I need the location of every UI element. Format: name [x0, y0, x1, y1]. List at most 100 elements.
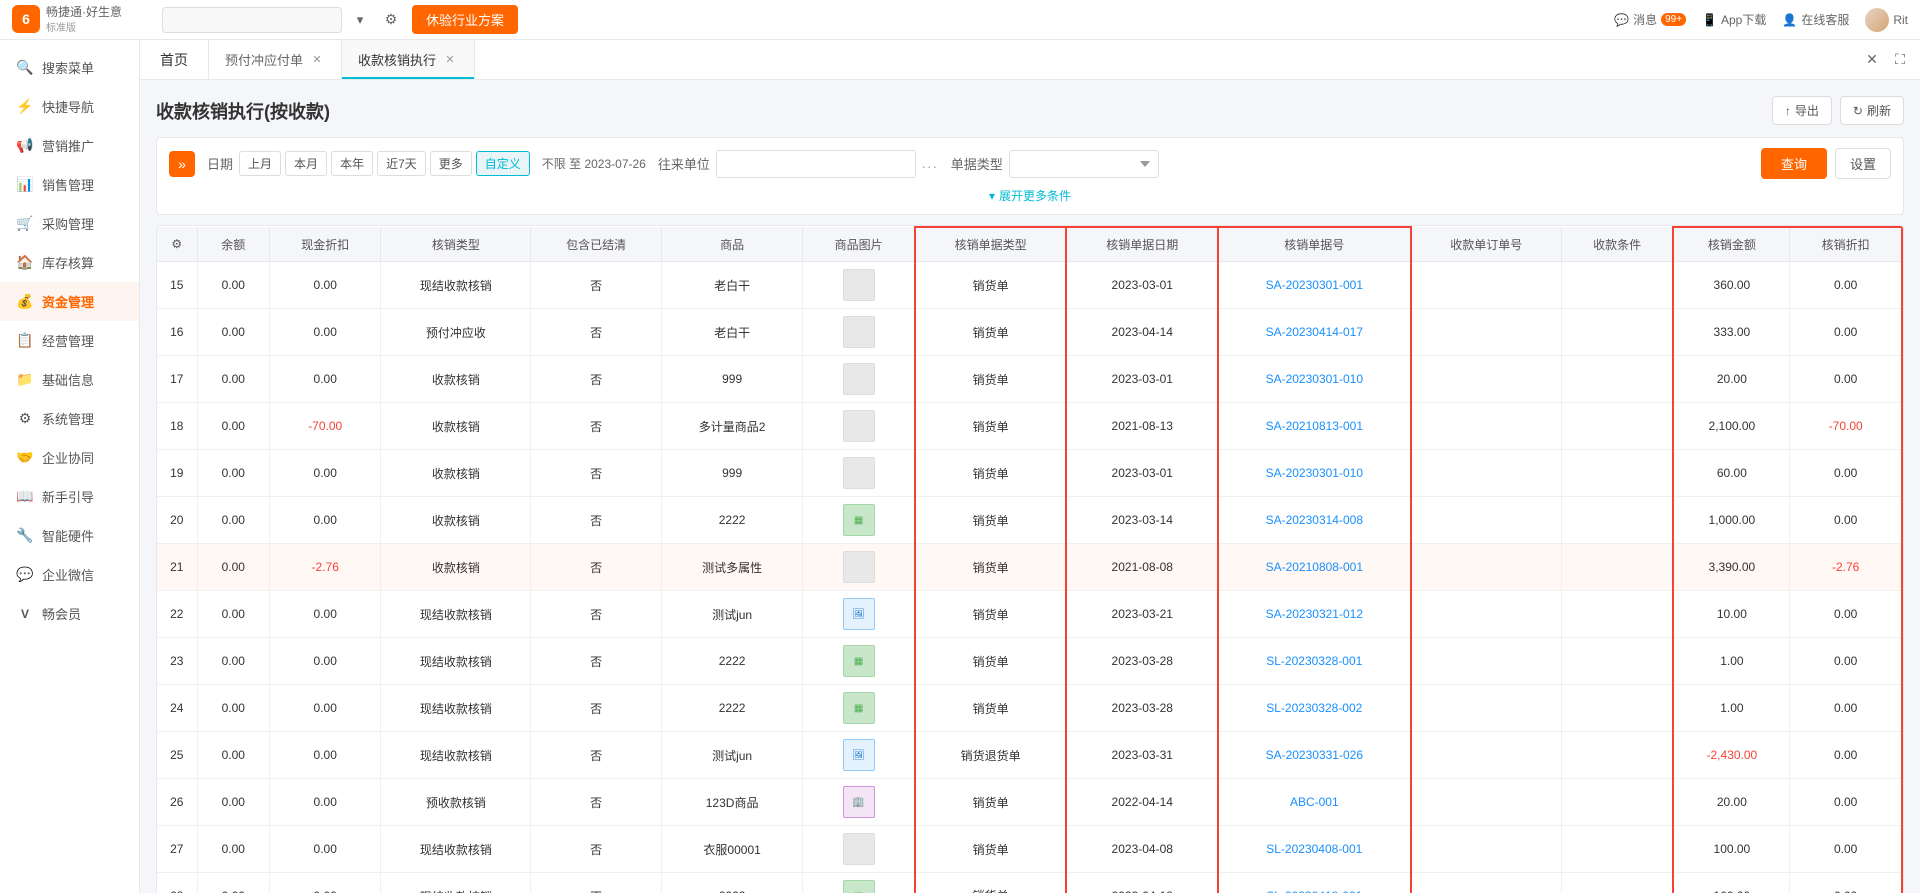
cell-order-no	[1411, 826, 1562, 873]
sidebar: 🔍 搜索菜单 ⚡ 快捷导航 📢 营销推广 📊 销售管理 🛒 采购管理 🏠 库存核…	[0, 40, 140, 893]
search-chevron-icon[interactable]: ▾	[350, 10, 370, 30]
cell-balance: 0.00	[197, 309, 270, 356]
doc-no-link[interactable]: SA-20210813-001	[1266, 419, 1363, 433]
doc-no-link[interactable]: SL-20230328-001	[1266, 654, 1362, 668]
sidebar-item-finance[interactable]: 💰 资金管理	[0, 282, 139, 321]
sidebar-item-member[interactable]: V 畅会员	[0, 594, 139, 633]
settings-icon[interactable]: ⚙	[378, 7, 404, 33]
logo-area: 6 畅捷通·好生意 标准版	[12, 5, 152, 34]
user-area[interactable]: Rit	[1865, 8, 1908, 32]
sidebar-item-inventory[interactable]: 🏠 库存核算	[0, 243, 139, 282]
sidebar-item-quicknav[interactable]: ⚡ 快捷导航	[0, 87, 139, 126]
table-scroll[interactable]: ⚙ 余额 现金折扣 核销类型 包含已结清 商品 商品图片 核销单据类型 核销单据…	[157, 226, 1903, 893]
cell-balance: 0.00	[197, 403, 270, 450]
top-search-input[interactable]	[162, 7, 342, 33]
custom-date-btn[interactable]: 自定义	[476, 151, 530, 176]
doc-no-link[interactable]: SL-20230328-002	[1266, 701, 1362, 715]
sidebar-item-system[interactable]: ⚙ 系统管理	[0, 399, 139, 438]
doc-no-link[interactable]: SA-20230301-001	[1266, 278, 1363, 292]
cell-id: 15	[157, 262, 197, 309]
message-btn[interactable]: 💬 消息 99+	[1614, 11, 1686, 28]
hardware-icon: 🔧	[16, 527, 34, 545]
expand-more-label: 展开更多条件	[999, 187, 1071, 204]
finance-icon: 💰	[16, 293, 34, 311]
sidebar-item-wechat[interactable]: 💬 企业微信	[0, 555, 139, 594]
doc-type-select[interactable]	[1009, 150, 1159, 178]
online-service-label: 在线客服	[1801, 11, 1849, 28]
doc-no-link[interactable]: SA-20230314-008	[1266, 513, 1363, 527]
cell-goods: 123D商品	[661, 779, 802, 826]
export-icon: ↑	[1785, 104, 1791, 118]
online-service-btn[interactable]: 👤 在线客服	[1782, 11, 1849, 28]
cell-discount: 0.00	[1790, 826, 1902, 873]
cell-doc-type: 销货单	[915, 873, 1067, 893]
sidebar-item-collab[interactable]: 🤝 企业协同	[0, 438, 139, 477]
this-month-btn[interactable]: 本月	[285, 151, 327, 176]
sales-icon: 📊	[16, 176, 34, 194]
industry-button[interactable]: 休验行业方案	[412, 5, 518, 34]
doc-no-link[interactable]: SA-20230301-010	[1266, 466, 1363, 480]
date-label: 日期	[207, 154, 233, 173]
sidebar-item-marketing[interactable]: 📢 营销推广	[0, 126, 139, 165]
settings-button[interactable]: 设置	[1835, 148, 1891, 179]
tab-prepay-close[interactable]: ✕	[309, 52, 325, 68]
sidebar-item-sales[interactable]: 📊 销售管理	[0, 165, 139, 204]
system-icon: ⚙	[16, 410, 34, 428]
table-row: 18 0.00 -70.00 收款核销 否 多计量商品2 销货单 2021-08…	[157, 403, 1902, 450]
col-doc-date: 核销单据日期	[1066, 227, 1218, 262]
last-month-btn[interactable]: 上月	[239, 151, 281, 176]
sidebar-item-purchase[interactable]: 🛒 采购管理	[0, 204, 139, 243]
cell-id: 27	[157, 826, 197, 873]
query-button[interactable]: 查询	[1761, 148, 1827, 179]
doc-no-link[interactable]: SL-20230418-001	[1266, 889, 1362, 893]
date-range-text: 不限 至 2023-07-26	[542, 155, 646, 172]
tab-verify[interactable]: 收款核销执行 ✕	[342, 40, 475, 79]
sidebar-label-inventory: 库存核算	[42, 253, 94, 272]
doc-no-link[interactable]: SA-20230414-017	[1266, 325, 1363, 339]
sidebar-item-hardware[interactable]: 🔧 智能硬件	[0, 516, 139, 555]
cell-order-no	[1411, 685, 1562, 732]
expand-more-button[interactable]: ▾ 展开更多条件	[989, 187, 1071, 204]
doc-no-link[interactable]: SL-20230408-001	[1266, 842, 1362, 856]
sidebar-item-basic[interactable]: 📁 基础信息	[0, 360, 139, 399]
sidebar-label-purchase: 采购管理	[42, 214, 94, 233]
more-date-btn[interactable]: 更多	[430, 151, 472, 176]
export-button[interactable]: ↑ 导出	[1772, 96, 1832, 125]
tab-home[interactable]: 首页	[140, 40, 209, 79]
top-search: ▾ ⚙ 休验行业方案	[162, 5, 1604, 34]
tab-prepay[interactable]: 预付冲应付单 ✕	[209, 40, 342, 79]
app-download-btn[interactable]: 📱 App下载	[1702, 11, 1766, 28]
cell-doc-date: 2023-03-31	[1066, 732, 1218, 779]
sidebar-item-search[interactable]: 🔍 搜索菜单	[0, 48, 139, 87]
this-year-btn[interactable]: 本年	[331, 151, 373, 176]
sidebar-item-management[interactable]: 📋 经营管理	[0, 321, 139, 360]
cell-payment-terms	[1561, 685, 1673, 732]
last-7days-btn[interactable]: 近7天	[377, 151, 426, 176]
chevron-down-icon: ▾	[989, 189, 995, 203]
filter-expand-btn[interactable]: »	[169, 151, 195, 177]
tab-verify-close[interactable]: ✕	[442, 52, 458, 68]
cell-balance: 0.00	[197, 732, 270, 779]
cell-doc-type: 销货单	[915, 591, 1067, 638]
col-goods-img: 商品图片	[803, 227, 915, 262]
cell-order-no	[1411, 638, 1562, 685]
table-row: 20 0.00 0.00 收款核销 否 2222 ▦ 销货单 2023-03-1…	[157, 497, 1902, 544]
marketing-icon: 📢	[16, 137, 34, 155]
doc-no-link[interactable]: SA-20210808-001	[1266, 560, 1363, 574]
basic-icon: 📁	[16, 371, 34, 389]
col-settings[interactable]: ⚙	[157, 227, 197, 262]
doc-no-link[interactable]: SA-20230301-010	[1266, 372, 1363, 386]
table-row: 19 0.00 0.00 收款核销 否 999 销货单 2023-03-01 S…	[157, 450, 1902, 497]
sidebar-item-guide[interactable]: 📖 新手引导	[0, 477, 139, 516]
cell-doc-no: SA-20230331-026	[1218, 732, 1411, 779]
doc-no-link[interactable]: SA-20230331-026	[1266, 748, 1363, 762]
doc-no-link[interactable]: SA-20230321-012	[1266, 607, 1363, 621]
cell-verify-type: 现结收款核销	[381, 262, 531, 309]
doc-no-link[interactable]: ABC-001	[1290, 795, 1339, 809]
cell-doc-type: 销货单	[915, 638, 1067, 685]
date-buttons: 上月 本月 本年 近7天 更多 自定义	[239, 151, 530, 176]
tab-close-all-icon[interactable]: ✕	[1860, 48, 1884, 72]
from-unit-input[interactable]	[716, 150, 916, 178]
refresh-button[interactable]: ↻ 刷新	[1840, 96, 1904, 125]
tab-expand-icon[interactable]: ⛶	[1888, 48, 1912, 72]
